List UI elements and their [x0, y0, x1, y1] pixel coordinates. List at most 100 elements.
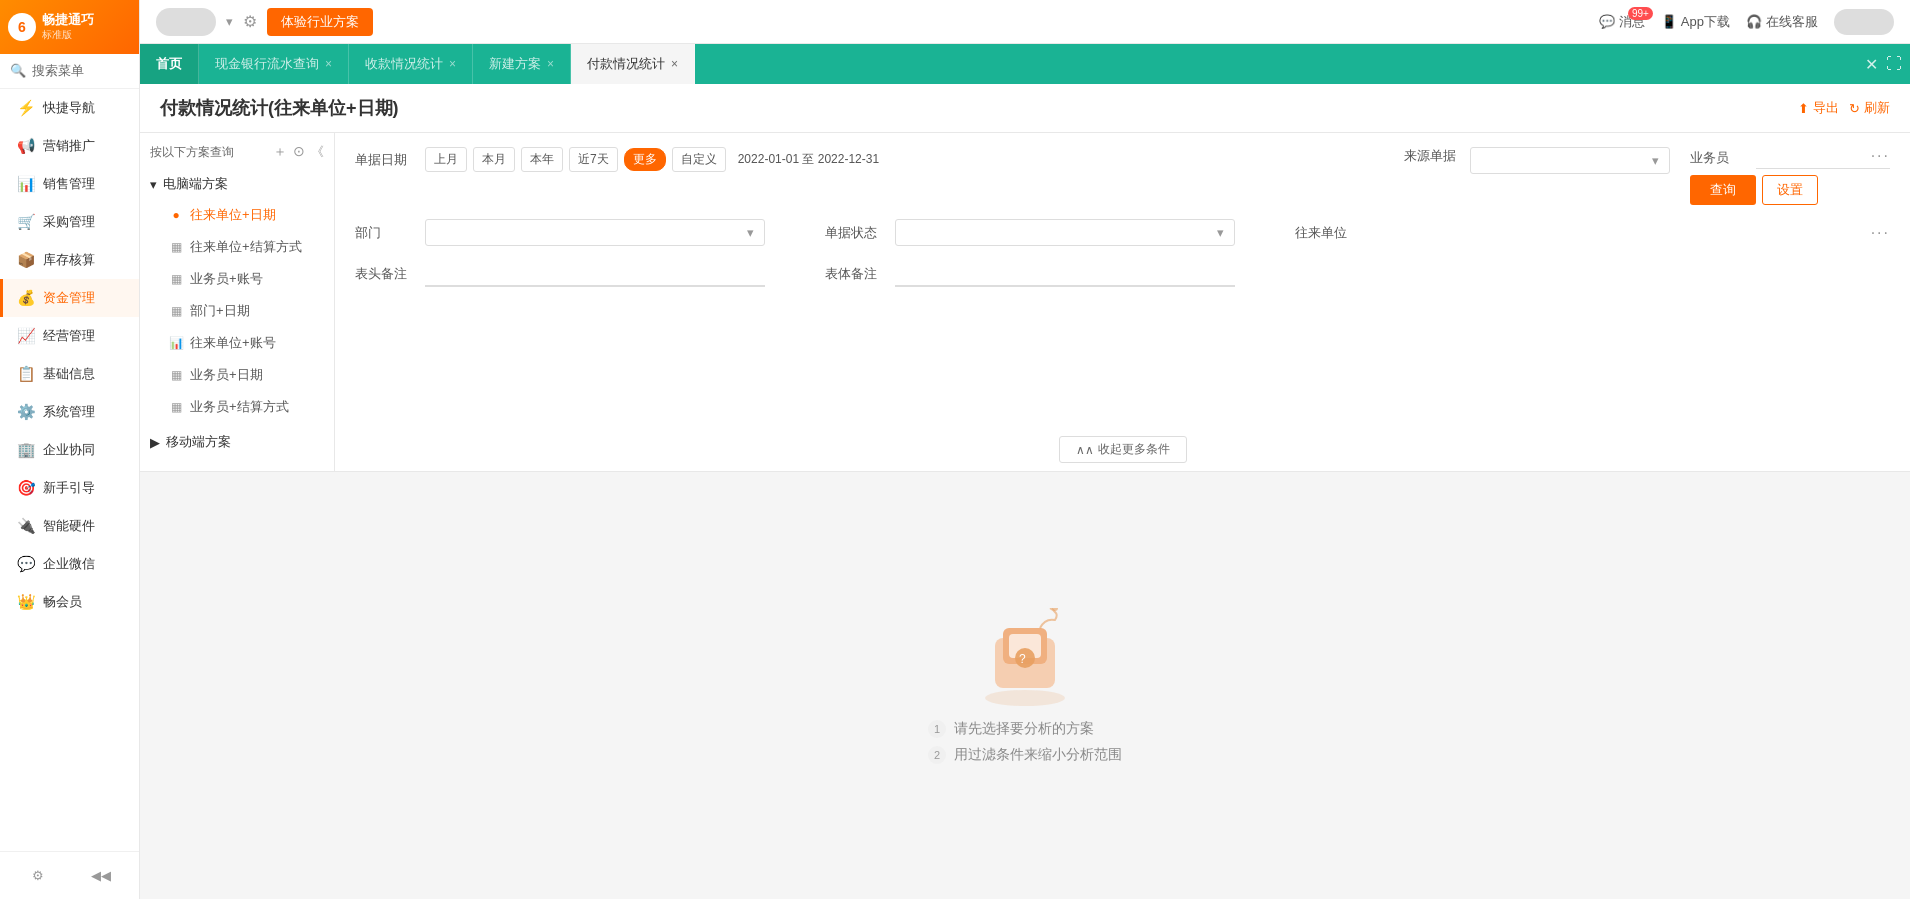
filter-collapse-bar: ∧∧ 收起更多条件 — [335, 428, 1910, 471]
export-button[interactable]: ⬆ 导出 — [1798, 99, 1839, 117]
doc-status-dropdown-icon: ▾ — [1217, 225, 1224, 240]
sidebar-item-marketing[interactable]: 📢 营销推广 — [0, 127, 139, 165]
sidebar-nav: ⚡ 快捷导航 📢 营销推广 📊 销售管理 🛒 采购管理 📦 库存核算 💰 资金管… — [0, 89, 139, 851]
date-btn-more[interactable]: 更多 — [624, 148, 666, 171]
sidebar-item-member[interactable]: 👑 畅会员 — [0, 583, 139, 621]
sidebar-item-system[interactable]: ⚙️ 系统管理 — [0, 393, 139, 431]
refresh-label: 刷新 — [1864, 99, 1890, 117]
sidebar-footer: ⚙ ◀◀ — [0, 851, 139, 899]
scheme-item-dept-date[interactable]: ▦ 部门+日期 — [140, 295, 334, 327]
filter-area: 单据日期 上月 本月 本年 近7天 更多 自定义 2022-01-01 至 20… — [335, 133, 1910, 428]
sidebar-item-operation[interactable]: 📈 经营管理 — [0, 317, 139, 355]
tab-cashflow-close[interactable]: × — [325, 57, 332, 71]
dept-dropdown-icon: ▾ — [747, 225, 754, 240]
scheme-collapse-icon[interactable]: 《 — [311, 143, 324, 161]
settings-footer-btn[interactable]: ⚙ — [10, 862, 66, 889]
scheme-item-partner-date[interactable]: ● 往来单位+日期 — [140, 199, 334, 231]
tab-maximize-icon[interactable]: ⛶ — [1886, 55, 1902, 73]
message-btn[interactable]: 💬 消息 99+ — [1599, 13, 1645, 31]
settings-icon[interactable]: ⚙ — [243, 12, 257, 31]
partner-ellipsis[interactable]: ··· — [1871, 224, 1890, 242]
scheme-item-staff-account[interactable]: ▦ 业务员+账号 — [140, 263, 334, 295]
staff-ellipsis[interactable]: ··· — [1871, 147, 1890, 165]
date-btn-last-month[interactable]: 上月 — [425, 147, 467, 172]
message-icon: 💬 — [1599, 14, 1615, 29]
date-btn-this-year[interactable]: 本年 — [521, 147, 563, 172]
tip-text-2: 用过滤条件来缩小分析范围 — [954, 746, 1122, 764]
sidebar-item-capital[interactable]: 💰 资金管理 — [0, 279, 139, 317]
sidebar-logo: 6 — [8, 13, 36, 41]
trial-button[interactable]: 体验行业方案 — [267, 8, 373, 36]
tab-home-label: 首页 — [156, 55, 182, 73]
doc-status-select[interactable]: ▾ — [895, 219, 1235, 246]
tab-receivable[interactable]: 收款情况统计 × — [349, 44, 473, 84]
scheme-settings-icon[interactable]: ⊙ — [293, 143, 305, 161]
app-download-btn[interactable]: 📱 App下载 — [1661, 13, 1730, 31]
scheme-item-staff-settle[interactable]: ▦ 业务员+结算方式 — [140, 391, 334, 423]
online-service-btn[interactable]: 🎧 在线客服 — [1746, 13, 1818, 31]
source-dropdown-icon: ▾ — [1652, 153, 1659, 168]
tab-home[interactable]: 首页 — [140, 44, 199, 84]
sidebar-item-guide[interactable]: 🎯 新手引导 — [0, 469, 139, 507]
sidebar-app-title: 畅捷通巧 — [42, 12, 94, 28]
sidebar-item-purchase[interactable]: 🛒 采购管理 — [0, 203, 139, 241]
refresh-button[interactable]: ↻ 刷新 — [1849, 99, 1890, 117]
sidebar-item-enterprise[interactable]: 🏢 企业协同 — [0, 431, 139, 469]
sidebar-item-label: 企业微信 — [43, 555, 95, 573]
dept-select[interactable]: ▾ — [425, 219, 765, 246]
sidebar-item-quicknav[interactable]: ⚡ 快捷导航 — [0, 89, 139, 127]
body-note-input[interactable] — [895, 260, 1235, 286]
filter-right: 单据日期 上月 本月 本年 近7天 更多 自定义 2022-01-01 至 20… — [335, 133, 1910, 471]
top-header: ▾ ⚙ 体验行业方案 💬 消息 99+ 📱 App下载 🎧 在线客服 — [140, 0, 1910, 44]
add-scheme-icon[interactable]: ＋ — [273, 143, 287, 161]
scheme-panel: 按以下方案查询 ＋ ⊙ 《 ▾ 电脑端方案 ● 往来单位+日期 — [140, 133, 335, 471]
tab-newscheme-close[interactable]: × — [547, 57, 554, 71]
date-btn-custom[interactable]: 自定义 — [672, 147, 726, 172]
scheme-group-label: 移动端方案 — [166, 433, 231, 451]
scheme-item-staff-date[interactable]: ▦ 业务员+日期 — [140, 359, 334, 391]
tab-payment-close[interactable]: × — [671, 57, 678, 71]
scheme-item-partner-account[interactable]: 📊 往来单位+账号 — [140, 327, 334, 359]
query-button[interactable]: 查询 — [1690, 175, 1756, 205]
query-btn-row: 查询 设置 — [1690, 175, 1890, 205]
sidebar-item-basic[interactable]: 📋 基础信息 — [0, 355, 139, 393]
user-dropdown-arrow[interactable]: ▾ — [226, 14, 233, 29]
sidebar-item-inventory[interactable]: 📦 库存核算 — [0, 241, 139, 279]
scheme-item-label: 往来单位+日期 — [190, 206, 276, 224]
collapse-more-button[interactable]: ∧∧ 收起更多条件 — [1059, 436, 1187, 463]
tab-receivable-close[interactable]: × — [449, 57, 456, 71]
sidebar-item-hardware[interactable]: 🔌 智能硬件 — [0, 507, 139, 545]
partner-input-wrap: ··· — [1365, 224, 1890, 242]
tab-newscheme[interactable]: 新建方案 × — [473, 44, 571, 84]
collapse-sidebar-btn[interactable]: ◀◀ — [74, 862, 130, 889]
date-btn-7days[interactable]: 近7天 — [569, 147, 618, 172]
header-note-input[interactable] — [425, 260, 765, 286]
sidebar-item-label: 智能硬件 — [43, 517, 95, 535]
collapse-up-icon: ∧∧ — [1076, 443, 1094, 457]
source-select[interactable]: ▾ — [1470, 147, 1670, 174]
message-badge: 99+ — [1628, 7, 1653, 20]
scheme-panel-actions: ＋ ⊙ 《 — [273, 143, 324, 161]
sidebar-item-sales[interactable]: 📊 销售管理 — [0, 165, 139, 203]
export-label: 导出 — [1813, 99, 1839, 117]
date-btn-this-month[interactable]: 本月 — [473, 147, 515, 172]
scheme-panel-header: 按以下方案查询 ＋ ⊙ 《 — [140, 143, 334, 169]
scheme-group-mobile-header[interactable]: ▶ 移动端方案 — [140, 427, 334, 457]
scheme-item-icon: ▦ — [168, 303, 184, 319]
scheme-group-desktop-header[interactable]: ▾ 电脑端方案 — [140, 169, 334, 199]
staff-filter-row: 业务员 ··· — [1690, 147, 1890, 169]
sidebar: 6 畅捷通巧 标准版 🔍 搜索菜单 ⚡ 快捷导航 📢 营销推广 📊 销售管理 🛒… — [0, 0, 140, 899]
tab-payment[interactable]: 付款情况统计 × — [571, 44, 695, 84]
user-avatar[interactable] — [1834, 9, 1894, 35]
scheme-item-partner-settle[interactable]: ▦ 往来单位+结算方式 — [140, 231, 334, 263]
scheme-group-arrow: ▶ — [150, 435, 160, 450]
tab-close-all-icon[interactable]: ✕ — [1865, 55, 1878, 74]
settings-button[interactable]: 设置 — [1762, 175, 1818, 205]
sidebar-item-wechat[interactable]: 💬 企业微信 — [0, 545, 139, 583]
date-label: 单据日期 — [355, 151, 415, 169]
tab-cashflow[interactable]: 现金银行流水查询 × — [199, 44, 349, 84]
guide-icon: 🎯 — [17, 479, 35, 497]
sidebar-search[interactable]: 🔍 搜索菜单 — [0, 54, 139, 89]
scheme-item-icon: ▦ — [168, 367, 184, 383]
tab-bar: 首页 现金银行流水查询 × 收款情况统计 × 新建方案 × 付款情况统计 × ✕… — [140, 44, 1910, 84]
